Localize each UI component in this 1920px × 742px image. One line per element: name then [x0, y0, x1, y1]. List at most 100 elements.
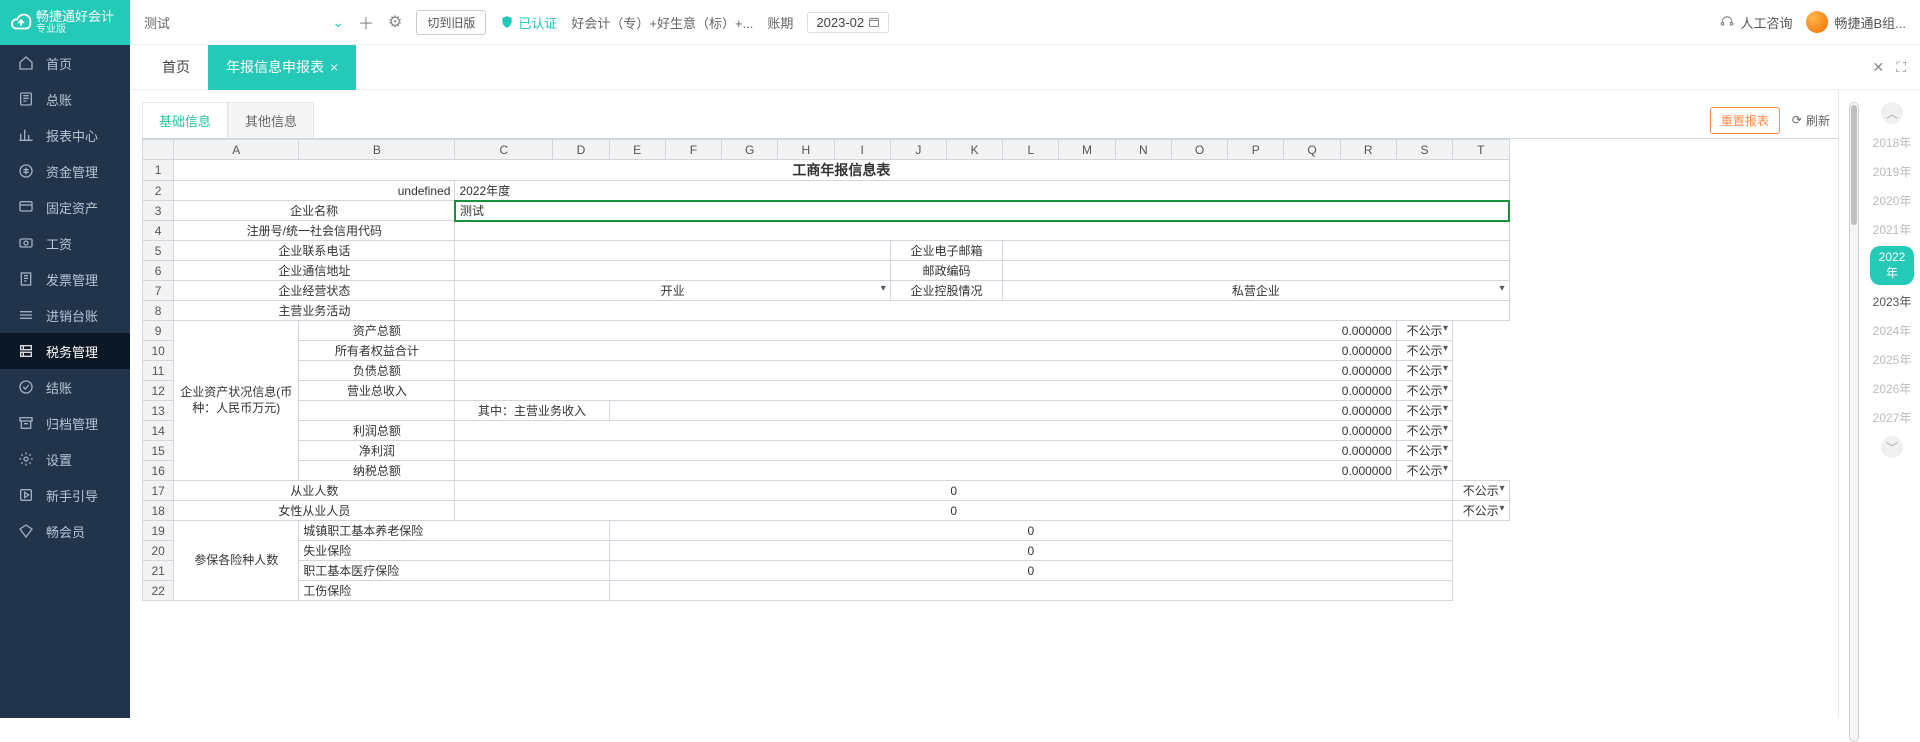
salary-icon [18, 235, 34, 251]
col-G[interactable]: G [722, 140, 778, 160]
col-N[interactable]: N [1115, 140, 1171, 160]
close-icon [18, 379, 34, 395]
column-header-row: ABCDEFGHIJKLMNOPQRST [143, 140, 1510, 160]
col-A[interactable]: A [174, 140, 299, 160]
nav-salary[interactable]: 工资 [0, 225, 130, 261]
year-2020年: 2020年 [1864, 186, 1920, 215]
row-7[interactable]: 7 [143, 281, 174, 301]
tab-home[interactable]: 首页 [144, 45, 208, 90]
row-10[interactable]: 10 [143, 341, 174, 361]
nav-settings[interactable]: 设置 [0, 441, 130, 477]
tax-icon [18, 343, 34, 359]
row-1[interactable]: 1 [143, 160, 174, 181]
support-link[interactable]: 人工咨询 [1720, 13, 1792, 32]
col-O[interactable]: O [1171, 140, 1227, 160]
col-P[interactable]: P [1228, 140, 1284, 160]
user-menu[interactable]: 畅捷通B组... [1806, 11, 1906, 33]
corner-cell[interactable] [143, 140, 174, 160]
col-L[interactable]: L [1003, 140, 1059, 160]
period-selector[interactable]: 2023-02 [807, 12, 889, 33]
tab-annual-report[interactable]: 年报信息申报表 × [208, 45, 356, 90]
nav-stock[interactable]: 进销台账 [0, 297, 130, 333]
spreadsheet[interactable]: ABCDEFGHIJKLMNOPQRST 1工商年报信息表2undefined2… [142, 138, 1838, 718]
row-6[interactable]: 6 [143, 261, 174, 281]
col-E[interactable]: E [609, 140, 665, 160]
disclose-cell[interactable]: 不公示 [1396, 341, 1452, 361]
col-C[interactable]: C [455, 140, 553, 160]
nav-fund[interactable]: 资金管理 [0, 153, 130, 189]
col-D[interactable]: D [553, 140, 609, 160]
nav-asset[interactable]: 固定资产 [0, 189, 130, 225]
row-12[interactable]: 12 [143, 381, 174, 401]
row-2[interactable]: 2 [143, 181, 174, 201]
col-F[interactable]: F [665, 140, 721, 160]
nav-tax[interactable]: 税务管理 [0, 333, 130, 369]
period-label: 账期 [767, 13, 793, 32]
nav-close[interactable]: 结账 [0, 369, 130, 405]
brand-logo: 畅捷通好会计 专业版 [0, 0, 130, 45]
row-21[interactable]: 21 [143, 561, 174, 581]
disclose-cell[interactable]: 不公示 [1396, 401, 1452, 421]
year-down-icon[interactable]: ﹀ [1881, 436, 1903, 458]
nav-guide[interactable]: 新手引导 [0, 477, 130, 513]
col-K[interactable]: K [946, 140, 1002, 160]
row-3[interactable]: 3 [143, 201, 174, 221]
chevron-down-icon: ⌄ [332, 14, 344, 31]
row-19[interactable]: 19 [143, 521, 174, 541]
nav-invoice[interactable]: 发票管理 [0, 261, 130, 297]
disclose-cell[interactable]: 不公示 [1396, 461, 1452, 481]
col-I[interactable]: I [834, 140, 890, 160]
col-Q[interactable]: Q [1284, 140, 1340, 160]
close-icon[interactable]: × [330, 59, 338, 75]
disclose-cell[interactable]: 不公示 [1396, 361, 1452, 381]
year-2022年[interactable]: 2022年 [1870, 246, 1914, 285]
row-9[interactable]: 9 [143, 321, 174, 341]
nav-home[interactable]: 首页 [0, 45, 130, 81]
year-up-icon[interactable]: ︿ [1881, 102, 1903, 124]
row-20[interactable]: 20 [143, 541, 174, 561]
vertical-scrollbar[interactable] [1838, 90, 1864, 718]
col-H[interactable]: H [778, 140, 834, 160]
year-2023年[interactable]: 2023年 [1864, 287, 1920, 316]
disclose-cell[interactable]: 不公示 [1396, 321, 1452, 341]
switch-old-button[interactable]: 切到旧版 [416, 10, 486, 35]
add-icon[interactable]: ＋ [358, 10, 374, 34]
row-18[interactable]: 18 [143, 501, 174, 521]
nav-archive[interactable]: 归档管理 [0, 405, 130, 441]
disclose-cell[interactable]: 不公示 [1396, 381, 1452, 401]
row-14[interactable]: 14 [143, 421, 174, 441]
company-selector[interactable]: 测试 ⌄ [144, 8, 344, 36]
col-T[interactable]: T [1453, 140, 1509, 160]
row-15[interactable]: 15 [143, 441, 174, 461]
reset-button[interactable]: 重置报表 [1710, 107, 1780, 134]
row-5[interactable]: 5 [143, 241, 174, 261]
asset-icon [18, 199, 34, 215]
fullscreen-icon[interactable]: ⛶ [1896, 59, 1906, 76]
row-11[interactable]: 11 [143, 361, 174, 381]
col-R[interactable]: R [1340, 140, 1396, 160]
row-16[interactable]: 16 [143, 461, 174, 481]
nav-ledger[interactable]: 总账 [0, 81, 130, 117]
disclose-cell[interactable]: 不公示 [1396, 441, 1452, 461]
col-B[interactable]: B [299, 140, 455, 160]
row-4[interactable]: 4 [143, 221, 174, 241]
close-all-icon[interactable]: ✕ [1872, 59, 1884, 76]
company-name-cell[interactable]: 测试 [455, 201, 1509, 221]
row-8[interactable]: 8 [143, 301, 174, 321]
col-S[interactable]: S [1396, 140, 1452, 160]
row-22[interactable]: 22 [143, 581, 174, 601]
disclose-cell[interactable]: 不公示 [1396, 421, 1452, 441]
nav-report[interactable]: 报表中心 [0, 117, 130, 153]
disclose-cell[interactable]: 不公示 [1453, 501, 1509, 521]
row-13[interactable]: 13 [143, 401, 174, 421]
disclose-cell[interactable]: 不公示 [1453, 481, 1509, 501]
col-J[interactable]: J [890, 140, 946, 160]
nav-vip[interactable]: 畅会员 [0, 513, 130, 549]
refresh-button[interactable]: ⟳ 刷新 [1792, 112, 1830, 129]
col-M[interactable]: M [1059, 140, 1115, 160]
subtab-basic[interactable]: 基础信息 [142, 102, 228, 139]
year-2019年: 2019年 [1864, 157, 1920, 186]
gear-icon[interactable]: ⚙ [388, 12, 402, 32]
row-17[interactable]: 17 [143, 481, 174, 501]
subtab-other[interactable]: 其他信息 [228, 102, 314, 139]
